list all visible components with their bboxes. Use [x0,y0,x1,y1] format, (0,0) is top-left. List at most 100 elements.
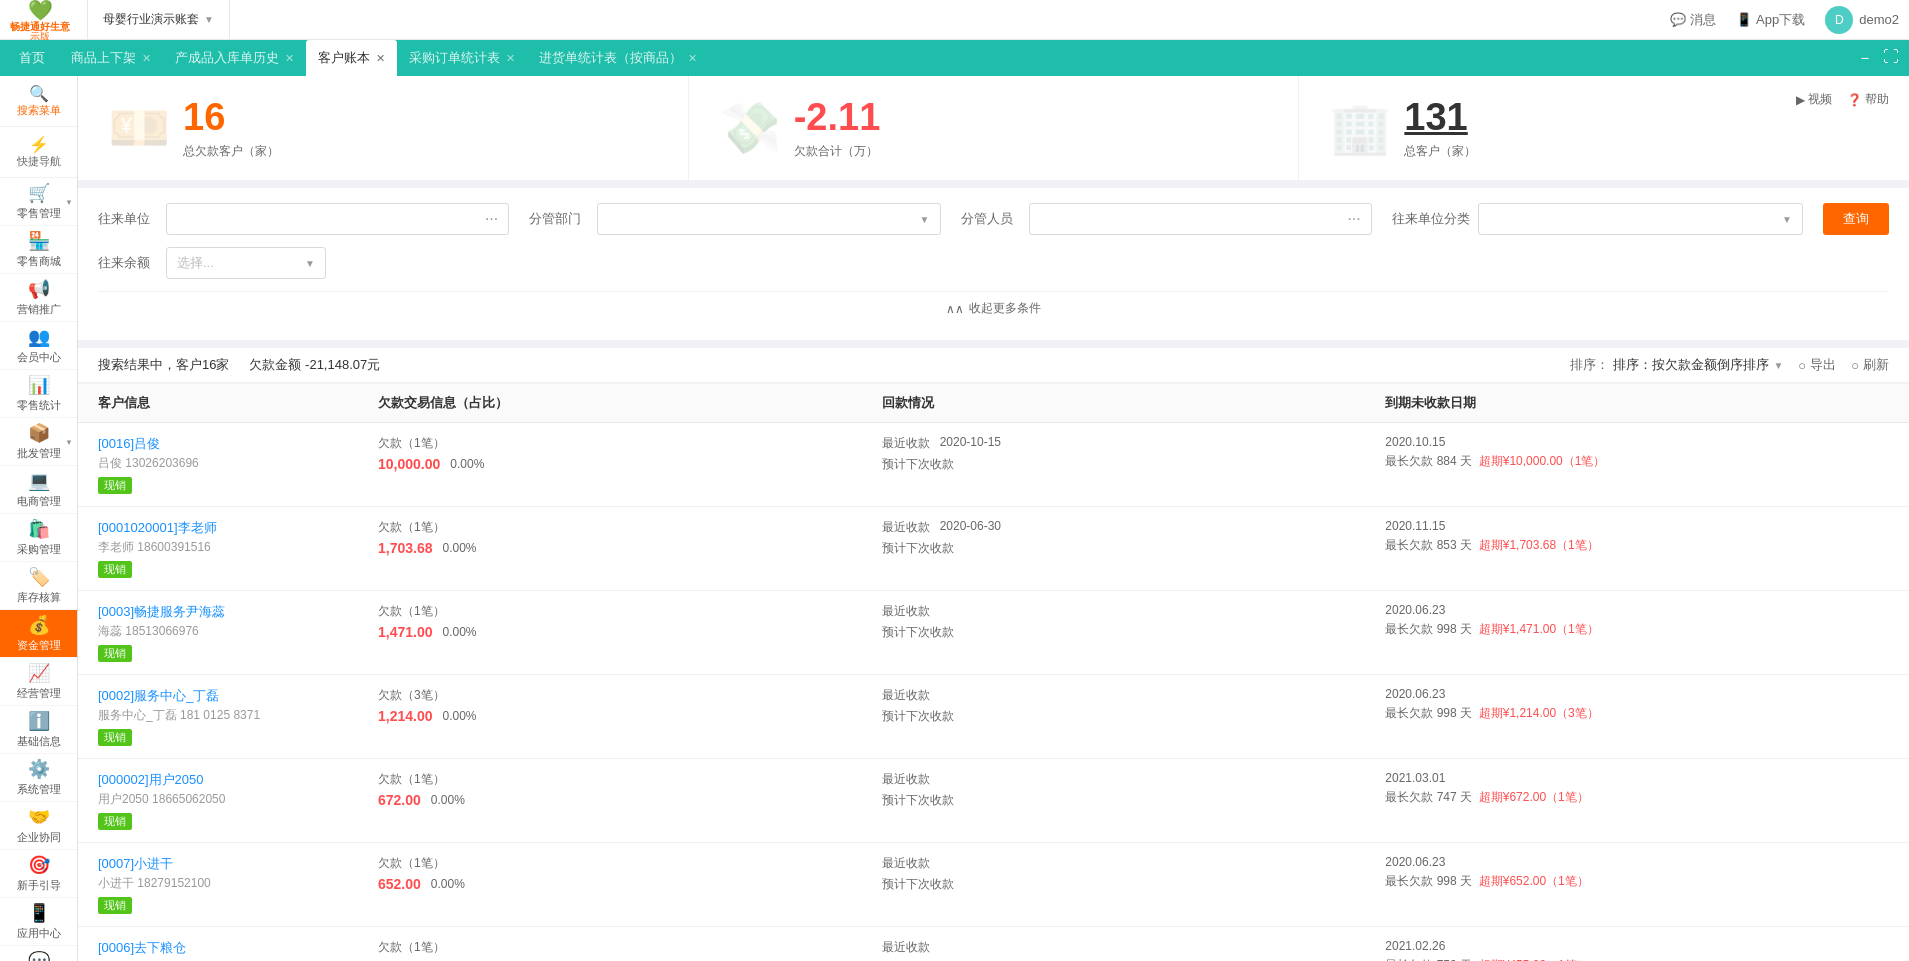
debt-amount[interactable]: 1,703.68 [378,540,433,556]
sidebar-item-enterprise-wechat[interactable]: 💬 企业微信 [0,946,77,961]
refresh-icon: ○ [1851,358,1859,373]
customer-name-link[interactable]: [0016]吕俊 [98,435,378,453]
customer-name-link[interactable]: [0001020001]李老师 [98,519,378,537]
col-header-customer: 客户信息 [98,394,378,412]
basic-icon: ℹ️ [28,710,50,732]
sidebar-item-member-center[interactable]: 👥 会员中心 [0,322,77,370]
minimize-icon[interactable]: － [1857,48,1873,69]
overdue-link[interactable]: 超期¥10,000.00（1笔） [1479,454,1606,468]
search-button[interactable]: 查询 [1823,203,1889,235]
tab-customer-account[interactable]: 客户账本 ✕ [306,40,397,76]
customer-info-5: [000002]用户2050 用户2050 18665062050 现销 [98,771,378,830]
quick-nav-item: ⚡ 快捷导航 [0,127,77,178]
sidebar: 🔍 搜索菜单 ⚡ 快捷导航 🛒 零售管理 ▼ 🏪 零售商城 📢 营销推广 👥 会… [0,76,78,961]
manager-input[interactable]: ··· [1029,203,1372,235]
result-bar: 搜索结果中，客户16家 欠款金额 -21,148.07元 排序： 排序：按欠款金… [78,348,1909,383]
tab-purchase-stats2[interactable]: 进货单统计表（按商品） ✕ [527,40,709,76]
message-btn[interactable]: 💬 消息 [1670,11,1716,29]
industry-selector[interactable]: 母婴行业演示账套 ▼ [88,0,230,39]
close-icon[interactable]: ✕ [688,52,697,65]
refresh-btn[interactable]: ○ 刷新 [1851,356,1889,374]
overdue-link[interactable]: 超期¥1,703.68（1笔） [1479,538,1599,552]
debt-pct: 0.00% [450,457,484,471]
customer-phone: 海蕊 18513066976 [98,623,378,640]
capital-icon: 💰 [28,614,50,636]
stat-card-2: 💸 -2.11 欠款合计（万） [689,76,1300,180]
debt-amount[interactable]: 10,000.00 [378,456,440,472]
sidebar-item-ecom[interactable]: 💻 电商管理 [0,466,77,514]
sort-selector[interactable]: 排序： 排序：按欠款金额倒序排序 ▼ [1570,356,1783,374]
purchase-icon: 🛍️ [28,518,50,540]
debt-pct: 0.00% [443,541,477,555]
sidebar-item-newbie[interactable]: 🎯 新手引导 [0,850,77,898]
sidebar-item-retail-stat[interactable]: 📊 零售统计 [0,370,77,418]
due-date-info-7: 2021.02.26 最长欠款 750 天 超期¥455.90（1笔） [1385,939,1889,961]
collapse-bar[interactable]: ∧∧ 收起更多条件 [98,291,1889,325]
close-icon[interactable]: ✕ [285,52,294,65]
sort-label: 排序： [1570,356,1609,374]
manager-label: 分管人员 [961,210,1021,228]
debt-info-5: 欠款（1笔） 672.00 0.00% [378,771,882,808]
main-content: 💴 16 总欠款客户（家） 💸 -2.11 欠款合计（万） 🏢 131 总客户（… [78,76,1909,961]
search-menu-item[interactable]: 🔍 搜索菜单 [0,76,77,127]
tab-purchase-stat[interactable]: 采购订单统计表 ✕ [397,40,527,76]
sidebar-item-retail-store[interactable]: 🏪 零售商城 [0,226,77,274]
unit-category-select[interactable]: ▼ [1478,203,1803,235]
return-info-5: 最近收款 预计下次收款 [882,771,1386,809]
sidebar-item-batch-mgmt[interactable]: 📦 批发管理 ▼ [0,418,77,466]
sidebar-item-enterprise[interactable]: 🤝 企业协同 [0,802,77,850]
table-row: [0001020001]李老师 李老师 18600391516 现销 欠款（1笔… [78,507,1909,591]
filter-row-2: 往来余额 选择... ▼ [98,247,1889,279]
filter-area: 往来单位 ··· 分管部门 ▼ 分管人员 ··· [78,188,1909,340]
app-download-btn[interactable]: 📱 App下载 [1736,11,1805,29]
message-icon: 💬 [1670,12,1686,27]
chevron-down-icon: ▼ [920,214,930,225]
arrow-icon: ▼ [65,437,73,446]
stat-icon-3: 🏢 [1329,98,1389,158]
balance-select[interactable]: 选择... ▼ [166,247,326,279]
stats-row: 💴 16 总欠款客户（家） 💸 -2.11 欠款合计（万） 🏢 131 总客户（… [78,76,1909,180]
tab-product-history[interactable]: 产成品入库单历史 ✕ [163,40,306,76]
customer-info-2: [0001020001]李老师 李老师 18600391516 现销 [98,519,378,578]
col-header-debt: 欠款交易信息（占比） [378,394,882,412]
help-btn[interactable]: ❓ 帮助 [1847,91,1889,108]
customer-name-link[interactable]: [0003]畅捷服务尹海蕊 [98,603,378,621]
sidebar-item-basic-info[interactable]: ℹ️ 基础信息 [0,706,77,754]
ecom-icon: 💻 [28,470,50,492]
sidebar-item-marketing[interactable]: 📢 营销推广 [0,274,77,322]
stat-icon-2: 💸 [719,98,779,158]
close-icon[interactable]: ✕ [142,52,151,65]
table-header: 客户信息 欠款交易信息（占比） 回款情况 到期未收款日期 [78,384,1909,423]
user-area[interactable]: D demo2 [1825,6,1899,34]
sidebar-item-inventory[interactable]: 🏷️ 库存核算 [0,562,77,610]
sidebar-item-retail-mgmt[interactable]: 🛒 零售管理 ▼ [0,178,77,226]
balance-label: 往来余额 [98,254,158,272]
due-date-info-2: 2020.11.15 最长欠款 853 天 超期¥1,703.68（1笔） [1385,519,1889,554]
logo-text: 畅捷通好生意 [10,22,70,32]
sidebar-item-app-center[interactable]: 📱 应用中心 [0,898,77,946]
view-btn[interactable]: ▶ 视频 [1796,91,1832,108]
close-icon[interactable]: ✕ [506,52,515,65]
sidebar-item-system[interactable]: ⚙️ 系统管理 [0,754,77,802]
dept-select[interactable]: ▼ [597,203,940,235]
maximize-icon[interactable]: ⛶ [1883,48,1899,69]
sidebar-item-purchase[interactable]: 🛍️ 采购管理 [0,514,77,562]
help-icon: ❓ [1847,93,1862,107]
balance-filter: 往来余额 选择... ▼ [98,247,326,279]
export-btn[interactable]: ○ 导出 [1798,356,1836,374]
stat-value-2: -2.11 [794,96,881,139]
close-icon[interactable]: ✕ [376,52,385,65]
sidebar-item-capital[interactable]: 💰 资金管理 [0,610,77,658]
sort-value: 排序：按欠款金额倒序排序 [1613,356,1769,374]
arrow-icon: ▼ [65,197,73,206]
top-right-area: 💬 消息 📱 App下载 D demo2 [1670,6,1899,34]
ops-icon: 📈 [28,662,50,684]
source-unit-input[interactable]: ··· [166,203,509,235]
chevron-down-icon: ▼ [1773,360,1783,371]
sidebar-item-ops[interactable]: 📈 经营管理 [0,658,77,706]
stat-label-1: 总欠款客户（家） [183,143,279,160]
tab-product-off[interactable]: 商品上下架 ✕ [59,40,163,76]
wechat-icon: 💬 [28,950,50,961]
tab-home[interactable]: 首页 [5,40,59,76]
customer-tag: 现销 [98,561,132,578]
